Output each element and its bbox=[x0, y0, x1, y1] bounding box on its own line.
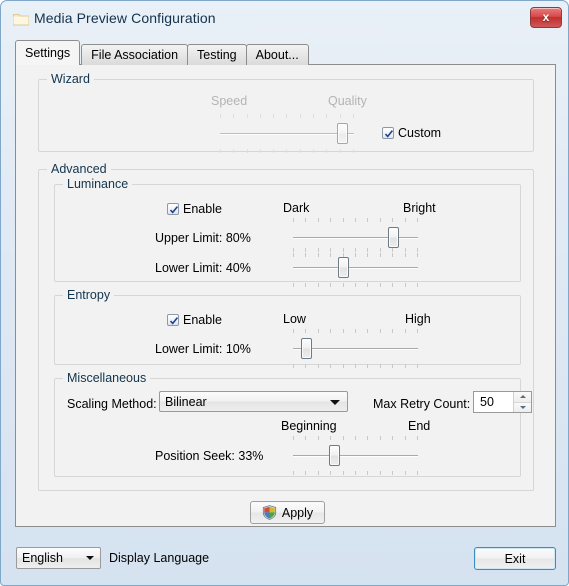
slider-ticks-bottom bbox=[293, 364, 418, 368]
chevron-down-icon bbox=[519, 406, 526, 410]
scaling-method-label: Scaling Method: bbox=[67, 397, 157, 411]
luminance-upper-slider[interactable] bbox=[293, 218, 418, 257]
slider-track bbox=[293, 347, 418, 350]
wizard-quality-slider[interactable] bbox=[220, 114, 354, 153]
luminance-group: Luminance Enable Dark Bright Upper Limit… bbox=[54, 177, 521, 287]
entropy-group-caption: Entropy bbox=[63, 288, 115, 302]
settings-tab-panel: Wizard Speed Quality Custom Advanced Lum… bbox=[15, 64, 556, 527]
slider-track bbox=[220, 132, 354, 135]
check-icon bbox=[169, 317, 179, 325]
slider-track bbox=[293, 266, 418, 269]
miscellaneous-group-caption: Miscellaneous bbox=[63, 371, 151, 385]
close-icon: x bbox=[542, 10, 550, 24]
slider-ticks-bottom bbox=[220, 149, 354, 153]
wizard-quality-label: Quality bbox=[328, 94, 367, 108]
title-bar: Media Preview Configuration x bbox=[1, 1, 568, 37]
slider-ticks-top bbox=[220, 114, 354, 118]
scaling-method-select[interactable]: Bilinear bbox=[159, 391, 348, 412]
display-language-label: Display Language bbox=[109, 551, 210, 565]
tab-bar: Settings File Association Testing About.… bbox=[15, 40, 309, 65]
advanced-group: Advanced Luminance Enable Dark Bright Up… bbox=[38, 162, 534, 491]
luminance-lower-slider[interactable] bbox=[293, 248, 418, 287]
apply-button[interactable]: Apply bbox=[250, 501, 325, 524]
position-seek-label: Position Seek: 33% bbox=[155, 449, 264, 463]
luminance-lower-limit-label: Lower Limit: 40% bbox=[155, 261, 251, 275]
entropy-high-label: High bbox=[405, 312, 431, 326]
stepper-decrement-button[interactable] bbox=[514, 402, 531, 412]
check-icon bbox=[384, 130, 394, 138]
entropy-lower-limit-label: Lower Limit: 10% bbox=[155, 342, 251, 356]
slider-track bbox=[293, 236, 418, 239]
display-language-value: English bbox=[22, 551, 63, 565]
chevron-down-icon bbox=[86, 556, 94, 560]
tab-settings[interactable]: Settings bbox=[15, 40, 81, 65]
slider-ticks-top bbox=[293, 436, 418, 440]
tab-about[interactable]: About... bbox=[245, 44, 309, 65]
wizard-group: Wizard Speed Quality Custom bbox=[38, 72, 534, 153]
position-seek-beginning-label: Beginning bbox=[281, 419, 337, 433]
slider-ticks-bottom bbox=[293, 471, 418, 475]
exit-button-label: Exit bbox=[504, 551, 526, 566]
position-seek-slider[interactable] bbox=[293, 436, 418, 475]
slider-ticks-top bbox=[293, 329, 418, 333]
slider-ticks-top bbox=[293, 248, 418, 252]
slider-thumb[interactable] bbox=[338, 256, 349, 278]
luminance-upper-limit-label: Upper Limit: 80% bbox=[155, 231, 251, 245]
wizard-speed-label: Speed bbox=[211, 94, 248, 108]
custom-checkbox[interactable]: Custom bbox=[382, 126, 441, 140]
chevron-down-icon bbox=[330, 399, 340, 405]
slider-thumb[interactable] bbox=[329, 444, 341, 466]
entropy-enable-label: Enable bbox=[183, 313, 222, 327]
slider-thumb[interactable] bbox=[336, 122, 348, 144]
stepper-buttons bbox=[513, 392, 531, 412]
close-button[interactable]: x bbox=[530, 7, 562, 28]
custom-checkbox-label: Custom bbox=[398, 126, 442, 140]
slider-ticks-bottom bbox=[293, 283, 418, 287]
tab-testing[interactable]: Testing bbox=[187, 44, 247, 65]
scaling-method-value: Bilinear bbox=[165, 394, 207, 409]
chevron-up-icon bbox=[519, 394, 526, 398]
application-window: Media Preview Configuration x Settings F… bbox=[0, 0, 569, 586]
slider-thumb[interactable] bbox=[300, 337, 312, 359]
luminance-enable-label: Enable bbox=[183, 202, 222, 216]
checkbox-box bbox=[167, 203, 179, 215]
max-retry-count-value: 50 bbox=[480, 395, 494, 409]
display-language-select[interactable]: English bbox=[16, 547, 101, 569]
entropy-enable-checkbox[interactable]: Enable bbox=[167, 313, 222, 327]
entropy-lower-slider[interactable] bbox=[293, 329, 418, 368]
checkbox-box bbox=[382, 127, 394, 139]
luminance-dark-label: Dark bbox=[283, 201, 310, 215]
miscellaneous-group: Miscellaneous Scaling Method: Bilinear M… bbox=[54, 371, 532, 477]
checkbox-box bbox=[167, 314, 179, 326]
luminance-group-caption: Luminance bbox=[63, 177, 133, 191]
folder-icon bbox=[13, 12, 29, 26]
check-icon bbox=[169, 206, 179, 214]
window-title: Media Preview Configuration bbox=[34, 10, 216, 26]
uac-shield-icon bbox=[262, 505, 277, 520]
tab-file-association[interactable]: File Association bbox=[81, 44, 189, 65]
slider-track bbox=[293, 454, 418, 457]
apply-button-label: Apply bbox=[281, 505, 314, 520]
exit-button[interactable]: Exit bbox=[474, 547, 556, 570]
advanced-group-caption: Advanced bbox=[47, 162, 111, 176]
slider-ticks-top bbox=[293, 218, 418, 222]
slider-thumb[interactable] bbox=[388, 226, 399, 248]
entropy-group: Entropy Enable Low High Lower Limit: 10% bbox=[54, 288, 521, 368]
luminance-enable-checkbox[interactable]: Enable bbox=[167, 202, 222, 216]
wizard-group-caption: Wizard bbox=[47, 72, 94, 86]
max-retry-count-label: Max Retry Count: bbox=[373, 397, 471, 411]
max-retry-count-stepper[interactable]: 50 bbox=[473, 391, 532, 413]
entropy-low-label: Low bbox=[283, 312, 306, 326]
luminance-bright-label: Bright bbox=[403, 201, 436, 215]
position-seek-end-label: End bbox=[408, 419, 431, 433]
stepper-increment-button[interactable] bbox=[514, 392, 531, 403]
